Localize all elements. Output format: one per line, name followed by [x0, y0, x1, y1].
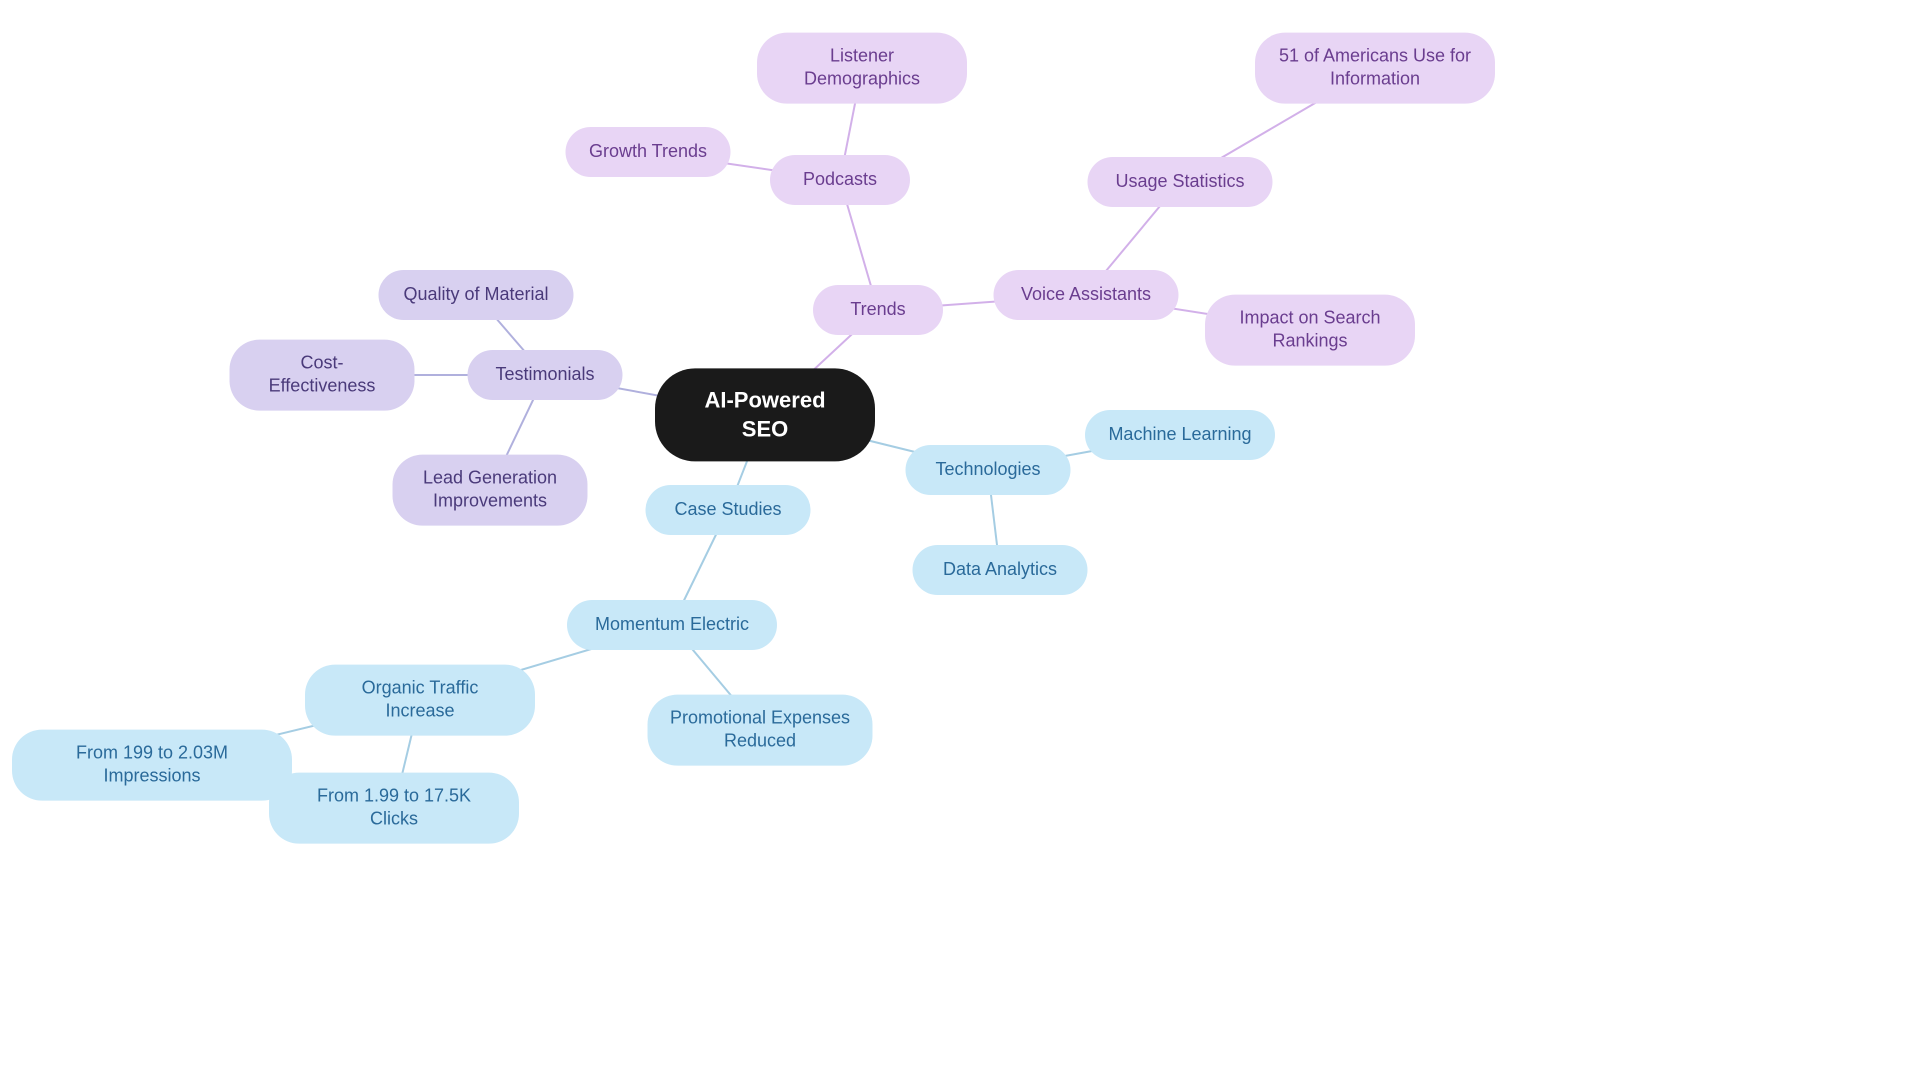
node-trends[interactable]: Trends [813, 285, 943, 335]
node-cost_effectiveness[interactable]: Cost-Effectiveness [230, 340, 415, 411]
node-organic_traffic[interactable]: Organic Traffic Increase [305, 665, 535, 736]
node-promotional_expenses[interactable]: Promotional Expenses Reduced [648, 695, 873, 766]
node-from_199_impressions[interactable]: From 199 to 2.03M Impressions [12, 730, 292, 801]
node-from_199_clicks[interactable]: From 1.99 to 17.5K Clicks [269, 773, 519, 844]
mind-map: AI-Powered SEO Trends Podcasts Listener Dem… [0, 0, 1920, 1083]
node-usage_statistics[interactable]: Usage Statistics [1088, 157, 1273, 207]
node-machine_learning[interactable]: Machine Learning [1085, 410, 1275, 460]
node-center[interactable]: AI-Powered SEO [655, 368, 875, 461]
node-technologies[interactable]: Technologies [906, 445, 1071, 495]
node-lead_generation[interactable]: Lead Generation Improvements [393, 455, 588, 526]
node-voice_assistants[interactable]: Voice Assistants [994, 270, 1179, 320]
node-testimonials[interactable]: Testimonials [468, 350, 623, 400]
node-51_americans[interactable]: 51 of Americans Use for Information [1255, 33, 1495, 104]
node-quality_material[interactable]: Quality of Material [379, 270, 574, 320]
node-momentum_electric[interactable]: Momentum Electric [567, 600, 777, 650]
node-podcasts[interactable]: Podcasts [770, 155, 910, 205]
node-impact_search[interactable]: Impact on Search Rankings [1205, 295, 1415, 366]
node-case_studies[interactable]: Case Studies [646, 485, 811, 535]
connections-svg [0, 0, 1920, 1083]
node-data_analytics[interactable]: Data Analytics [913, 545, 1088, 595]
node-growth_trends[interactable]: Growth Trends [566, 127, 731, 177]
node-listener_demographics[interactable]: Listener Demographics [757, 33, 967, 104]
